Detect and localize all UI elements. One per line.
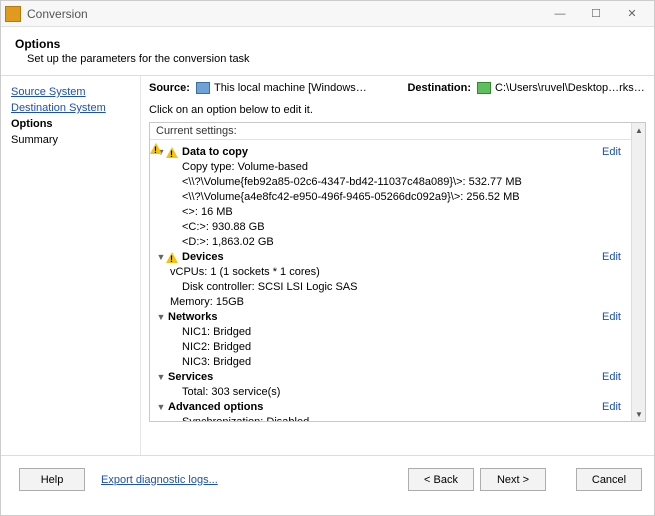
page-header: Options Set up the parameters for the co…: [1, 27, 654, 75]
memory-text: Memory: 15GB: [170, 295, 244, 310]
source-label: Source:: [149, 82, 190, 94]
minimize-button[interactable]: —: [542, 3, 578, 25]
destination-label: Destination:: [407, 82, 471, 94]
wizard-sidebar: Source System Destination System Options…: [1, 76, 141, 455]
section-networks[interactable]: ▼ Networks Edit: [156, 310, 627, 325]
window-title: Conversion: [27, 7, 542, 21]
advanced-line: Synchronization: Disabled: [156, 415, 627, 421]
export-logs-link[interactable]: Export diagnostic logs...: [101, 474, 218, 486]
chevron-down-icon[interactable]: ▼: [156, 310, 166, 325]
section-advanced[interactable]: ▼ Advanced options Edit: [156, 400, 627, 415]
warning-icon: [166, 147, 180, 159]
titlebar: Conversion — ☐ ✕: [1, 1, 654, 27]
settings-box: Current settings: ▼ Data to copy Edit Co…: [149, 122, 646, 422]
section-data-to-copy[interactable]: ▼ Data to copy Edit: [156, 145, 627, 160]
scroll-down-icon[interactable]: ▼: [632, 407, 646, 421]
sidebar-item-options[interactable]: Options: [11, 116, 140, 132]
services-total: Total: 303 service(s): [156, 385, 627, 400]
computer-icon: [196, 82, 210, 94]
section-title-services: Services: [168, 370, 602, 385]
edit-link-advanced[interactable]: Edit: [602, 400, 627, 415]
section-devices[interactable]: ▼ Devices Edit: [156, 250, 627, 265]
data-line: Copy type: Volume-based: [156, 160, 627, 175]
app-icon: [5, 6, 21, 22]
window-controls: — ☐ ✕: [542, 3, 650, 25]
page-title: Options: [15, 37, 640, 51]
edit-link-networks[interactable]: Edit: [602, 310, 627, 325]
footer: Help Export diagnostic logs... < Back Ne…: [1, 455, 654, 503]
page-subtitle: Set up the parameters for the conversion…: [27, 51, 640, 65]
sidebar-item-source-system[interactable]: Source System: [11, 84, 140, 100]
destination-icon: [477, 82, 491, 94]
data-line: <>: 16 MB: [156, 205, 627, 220]
chevron-down-icon[interactable]: ▼: [156, 370, 166, 385]
data-line: <\\?\Volume{a4e8fc42-e950-496f-9465-0526…: [156, 190, 627, 205]
edit-link-services[interactable]: Edit: [602, 370, 627, 385]
vcpus-text: vCPUs: 1 (1 sockets * 1 cores): [170, 265, 320, 280]
data-line: <C:>: 930.88 GB: [156, 220, 627, 235]
data-line: <\\?\Volume{feb92a85-02c6-4347-bd42-1103…: [156, 175, 627, 190]
next-button[interactable]: Next >: [480, 468, 546, 491]
source-text: This local machine [Windows…: [214, 82, 367, 94]
settings-header: Current settings:: [150, 123, 645, 140]
network-line: NIC1: Bridged: [156, 325, 627, 340]
maximize-button[interactable]: ☐: [578, 3, 614, 25]
cancel-button[interactable]: Cancel: [576, 468, 642, 491]
section-services[interactable]: ▼ Services Edit: [156, 370, 627, 385]
warning-icon: [166, 252, 180, 264]
chevron-down-icon[interactable]: ▼: [156, 400, 166, 415]
chevron-down-icon[interactable]: ▼: [156, 250, 166, 265]
devices-vcpus: vCPUs: 1 (1 sockets * 1 cores): [156, 265, 627, 280]
edit-link-devices[interactable]: Edit: [602, 250, 627, 265]
settings-body: ▼ Data to copy Edit Copy type: Volume-ba…: [150, 143, 631, 421]
devices-memory: Memory: 15GB: [156, 295, 627, 310]
section-title-advanced: Advanced options: [168, 400, 602, 415]
section-title-data: Data to copy: [182, 145, 602, 160]
network-line: NIC3: Bridged: [156, 355, 627, 370]
data-line: <D:>: 1,863.02 GB: [156, 235, 627, 250]
section-title-devices: Devices: [182, 250, 602, 265]
close-button[interactable]: ✕: [614, 3, 650, 25]
edit-link-data[interactable]: Edit: [602, 145, 627, 160]
help-button[interactable]: Help: [19, 468, 85, 491]
source-dest-row: Source: This local machine [Windows… Des…: [149, 82, 646, 94]
back-button[interactable]: < Back: [408, 468, 474, 491]
network-line: NIC2: Bridged: [156, 340, 627, 355]
section-title-networks: Networks: [168, 310, 602, 325]
main-panel: Source: This local machine [Windows… Des…: [141, 76, 654, 455]
sidebar-item-destination-system[interactable]: Destination System: [11, 100, 140, 116]
scroll-up-icon[interactable]: ▲: [632, 123, 646, 137]
devices-disk: Disk controller: SCSI LSI Logic SAS: [156, 280, 627, 295]
destination-text: C:\Users\ruvel\Desktop…rkstation 11.x/12…: [495, 82, 646, 94]
sidebar-item-summary: Summary: [11, 132, 140, 148]
hint-text: Click on an option below to edit it.: [149, 104, 646, 116]
scrollbar[interactable]: ▲ ▼: [631, 123, 645, 421]
